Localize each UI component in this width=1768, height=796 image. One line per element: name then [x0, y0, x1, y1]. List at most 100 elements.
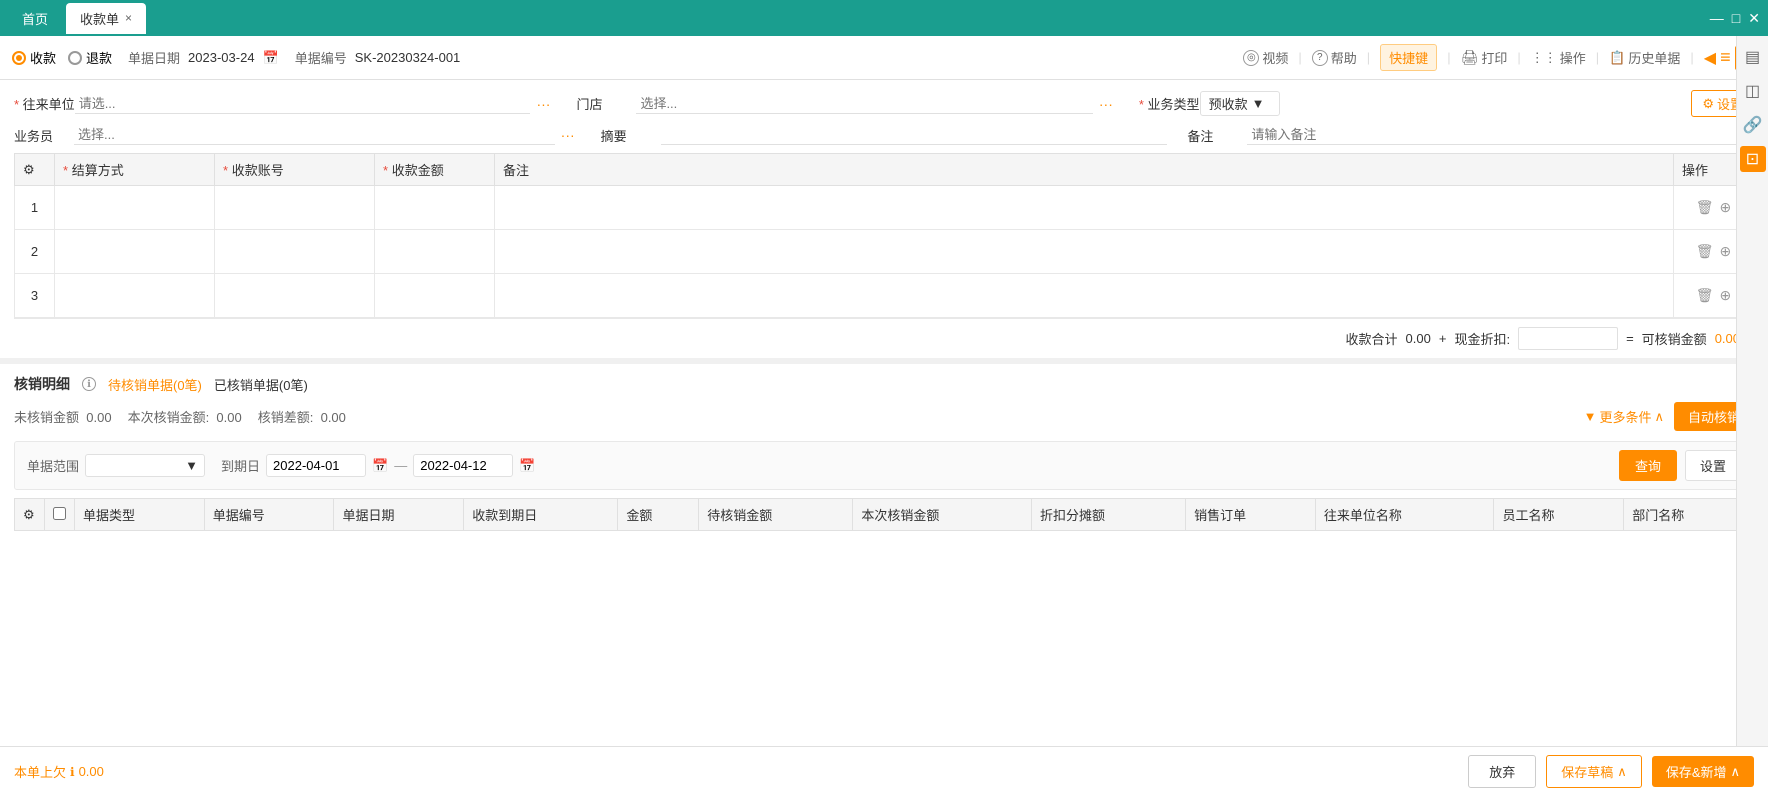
bt-settings-icon[interactable]: ⚙: [23, 507, 35, 522]
col-account: * 收款账号: [215, 154, 375, 186]
filter-icon: ▼: [1584, 409, 1597, 424]
row-2-settlement[interactable]: [55, 230, 215, 274]
salesperson-field: 业务员 ···: [14, 125, 581, 145]
salesperson-input[interactable]: [74, 125, 555, 145]
recon-done-tab[interactable]: 已核销单据(0笔): [214, 375, 308, 394]
history-action[interactable]: 📋 历史单据: [1609, 48, 1680, 67]
discount-input[interactable]: [1518, 327, 1618, 350]
row-3-copy-icon[interactable]: ⊕: [1720, 287, 1732, 304]
settings-col[interactable]: ⚙: [15, 154, 55, 186]
row-2-delete-icon[interactable]: 🗑: [1696, 243, 1714, 260]
unverified-text: 未核销金额: [14, 410, 79, 425]
business-type-label: 业务类型: [1139, 94, 1200, 113]
salesperson-ellipsis-icon[interactable]: ···: [555, 127, 581, 143]
save-draft-button[interactable]: 保存草稿 ∧: [1546, 755, 1642, 788]
sidebar-icon-4[interactable]: ⊡: [1740, 146, 1766, 172]
row-1-amount[interactable]: [375, 186, 495, 230]
diff-value: 0.00: [321, 410, 346, 425]
active-tab-label: 收款单: [80, 9, 119, 28]
bt-col-doc-no-label: 单据编号: [213, 508, 265, 523]
radio-refund-circle: [68, 51, 82, 65]
recon-filter: 单据范围 ▼ 到期日 📅 — 📅 查询 设置: [14, 441, 1754, 490]
operation-action[interactable]: ⋮⋮ 操作: [1531, 48, 1586, 67]
date-to-calendar-icon[interactable]: 📅: [519, 458, 535, 474]
tab-close-icon[interactable]: ×: [125, 11, 132, 25]
total-value: 0.00: [1406, 331, 1431, 346]
recon-title: 核销明细: [14, 374, 70, 394]
row-1-remark[interactable]: [495, 186, 1674, 230]
recon-summary: 未核销金额 0.00 本次核销金额: 0.00 核销差额: 0.00 ▼ 更多条…: [14, 402, 1754, 431]
shortcut-btn[interactable]: 快捷键: [1380, 44, 1437, 71]
bt-col-discount: 折扣分摊额: [1031, 499, 1185, 531]
bt-col-checkbox[interactable]: [45, 499, 75, 531]
row-1-account[interactable]: [215, 186, 375, 230]
row-2-copy-icon[interactable]: ⊕: [1720, 243, 1732, 260]
row-2-remark[interactable]: [495, 230, 1674, 274]
save-new-button[interactable]: 保存&新增 ∧: [1652, 756, 1754, 787]
layout-prev-icon[interactable]: ◀: [1704, 48, 1716, 68]
store-input[interactable]: [636, 94, 1092, 114]
tab-active[interactable]: 收款单 ×: [66, 3, 146, 34]
maximize-icon[interactable]: □: [1732, 10, 1740, 26]
help-action[interactable]: ? 帮助: [1312, 48, 1357, 67]
reconciliation-section: 核销明细 ℹ 待核销单据(0笔) 已核销单据(0笔) 未核销金额 0.00 本次…: [0, 358, 1768, 541]
bt-checkbox-all[interactable]: [53, 507, 66, 520]
range-filter: 单据范围 ▼: [27, 454, 205, 477]
date-from-calendar-icon[interactable]: 📅: [372, 458, 388, 474]
row-3-settlement[interactable]: [55, 274, 215, 318]
minimize-icon[interactable]: —: [1710, 10, 1724, 26]
sidebar-icon-3[interactable]: 🔗: [1740, 112, 1766, 138]
table-header-row: ⚙ * 结算方式 * 收款账号 * 收款金额: [15, 154, 1754, 186]
recon-pending-tab[interactable]: 待核销单据(0笔): [108, 375, 202, 394]
radio-refund[interactable]: 退款: [68, 48, 112, 67]
row-1-copy-icon[interactable]: ⊕: [1720, 199, 1732, 216]
tab-bar: 首页 收款单 × — □ ✕: [0, 0, 1768, 36]
bottom-info-icon[interactable]: ℹ: [70, 765, 75, 779]
row-1-settlement[interactable]: [55, 186, 215, 230]
bottom-info: 本单上欠 ℹ 0.00: [14, 762, 104, 781]
video-action[interactable]: ◎ 视频: [1243, 48, 1288, 67]
row-3-amount[interactable]: [375, 274, 495, 318]
filter-settings-button[interactable]: 设置: [1685, 450, 1741, 481]
date-to-input[interactable]: [413, 454, 513, 477]
row-2-amount[interactable]: [375, 230, 495, 274]
tab-home[interactable]: 首页: [8, 3, 62, 34]
abandon-button[interactable]: 放弃: [1468, 755, 1536, 788]
bottom-info-label: 本单上欠: [14, 762, 66, 781]
query-button[interactable]: 查询: [1619, 450, 1677, 481]
date-separator: —: [394, 458, 407, 473]
counterpart-input[interactable]: [75, 94, 531, 114]
doc-date-calendar-icon[interactable]: 📅: [263, 50, 279, 66]
more-conditions-btn[interactable]: ▼ 更多条件 ∧: [1584, 407, 1664, 426]
bottom-bar: 本单上欠 ℹ 0.00 放弃 保存草稿 ∧ 保存&新增 ∧: [0, 746, 1768, 796]
row-3-account[interactable]: [215, 274, 375, 318]
history-icon: 📋: [1609, 50, 1625, 66]
doc-date-field: 单据日期 2023-03-24 📅: [128, 48, 279, 67]
table-settings-icon[interactable]: ⚙: [23, 162, 35, 177]
sidebar-icon-1[interactable]: ▤: [1740, 44, 1766, 70]
sidebar-icon-2[interactable]: ◫: [1740, 78, 1766, 104]
range-select[interactable]: ▼: [85, 454, 205, 477]
row-1-delete-icon[interactable]: 🗑: [1696, 199, 1714, 216]
bt-col-settings[interactable]: ⚙: [15, 499, 45, 531]
date-from-input[interactable]: [266, 454, 366, 477]
recon-info-icon[interactable]: ℹ: [82, 377, 96, 391]
radio-receive[interactable]: 收款: [12, 48, 56, 67]
counterpart-ellipsis-icon[interactable]: ···: [530, 96, 556, 112]
bt-col-pending: 待核销金额: [699, 499, 853, 531]
unverified-label: 未核销金额 0.00: [14, 407, 112, 426]
bottom-table-header-row: ⚙ 单据类型 单据编号 单据日期: [15, 499, 1754, 531]
remark-input[interactable]: [1247, 125, 1754, 145]
summary-input[interactable]: [661, 125, 1168, 145]
counterpart-field: 往来单位 ···: [14, 94, 556, 114]
print-action[interactable]: 🖨 打印: [1461, 48, 1508, 67]
business-type-select[interactable]: 预收款 ▼: [1200, 91, 1280, 116]
store-ellipsis-icon[interactable]: ···: [1093, 96, 1119, 112]
row-2-account[interactable]: [215, 230, 375, 274]
due-date-filter: 到期日 📅 — 📅: [221, 454, 535, 477]
row-3-delete-icon[interactable]: 🗑: [1696, 287, 1714, 304]
close-icon[interactable]: ✕: [1748, 10, 1760, 27]
layout-list-icon[interactable]: ≡: [1720, 47, 1731, 68]
row-3-remark[interactable]: [495, 274, 1674, 318]
table-container: ⚙ * 结算方式 * 收款账号 * 收款金额: [0, 153, 1768, 358]
